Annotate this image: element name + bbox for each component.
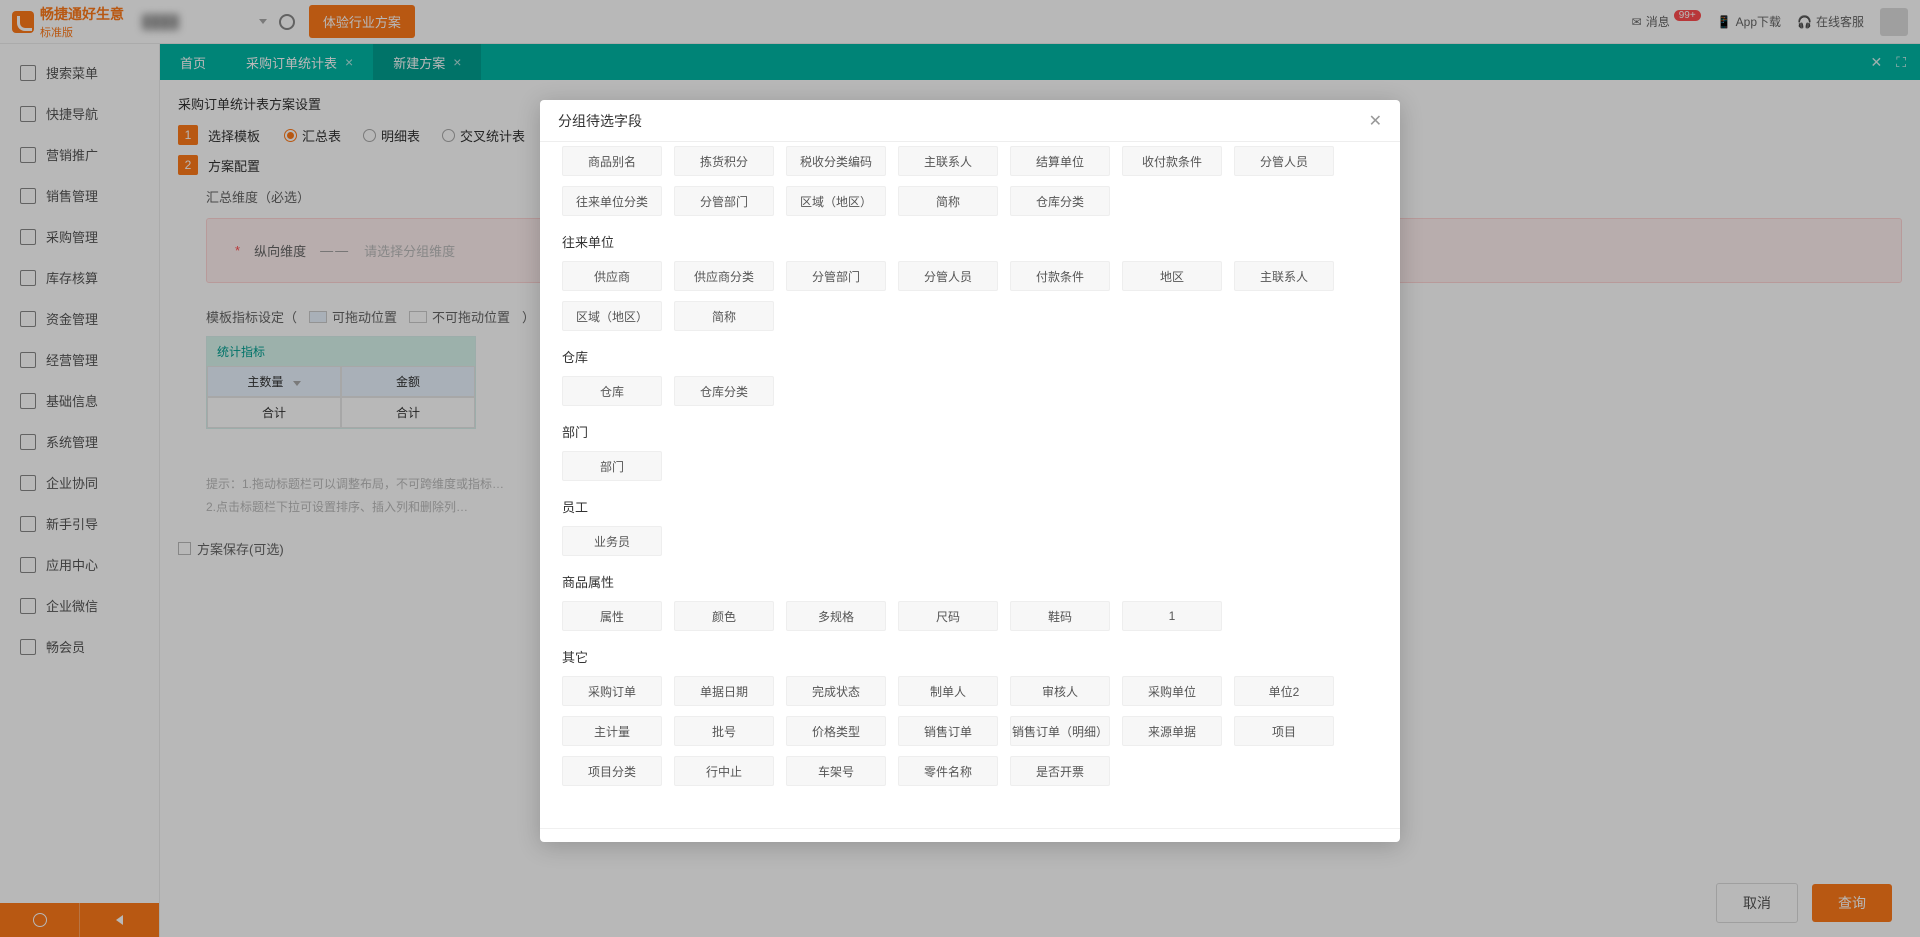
field-option[interactable]: 收付款条件: [1122, 146, 1222, 176]
field-option[interactable]: 采购订单: [562, 676, 662, 706]
field-option[interactable]: 供应商分类: [674, 261, 774, 291]
field-option[interactable]: 简称: [898, 186, 998, 216]
field-option[interactable]: 批号: [674, 716, 774, 746]
field-group-title: 员工: [562, 497, 1378, 516]
field-option[interactable]: 结算单位: [1010, 146, 1110, 176]
field-group-title: 商品属性: [562, 572, 1378, 591]
field-option[interactable]: 主联系人: [1234, 261, 1334, 291]
field-picker-modal: 分组待选字段 ✕ 商品别名拣货积分税收分类编码主联系人结算单位收付款条件分管人员…: [540, 100, 1400, 842]
field-option[interactable]: 1: [1122, 601, 1222, 631]
field-option[interactable]: 采购单位: [1122, 676, 1222, 706]
field-group-title: 部门: [562, 422, 1378, 441]
field-option[interactable]: 区域（地区）: [786, 186, 886, 216]
field-option[interactable]: 分管人员: [898, 261, 998, 291]
field-option[interactable]: 供应商: [562, 261, 662, 291]
field-option[interactable]: 付款条件: [1010, 261, 1110, 291]
field-option[interactable]: 属性: [562, 601, 662, 631]
field-option[interactable]: 部门: [562, 451, 662, 481]
field-option[interactable]: 地区: [1122, 261, 1222, 291]
field-option[interactable]: 分管人员: [1234, 146, 1334, 176]
close-icon[interactable]: ✕: [1369, 111, 1382, 131]
modal-title: 分组待选字段: [558, 111, 642, 131]
field-group-title: 往来单位: [562, 232, 1378, 251]
field-option[interactable]: 分管部门: [674, 186, 774, 216]
field-option[interactable]: 尺码: [898, 601, 998, 631]
field-option[interactable]: 来源单据: [1122, 716, 1222, 746]
field-option[interactable]: 行中止: [674, 756, 774, 786]
field-option[interactable]: 多规格: [786, 601, 886, 631]
field-option[interactable]: 项目: [1234, 716, 1334, 746]
field-option[interactable]: 仓库分类: [674, 376, 774, 406]
field-option[interactable]: 单位2: [1234, 676, 1334, 706]
field-option[interactable]: 拣货积分: [674, 146, 774, 176]
field-option[interactable]: 仓库: [562, 376, 662, 406]
field-option[interactable]: 审核人: [1010, 676, 1110, 706]
field-option[interactable]: 区域（地区）: [562, 301, 662, 331]
field-option[interactable]: 往来单位分类: [562, 186, 662, 216]
field-option[interactable]: 零件名称: [898, 756, 998, 786]
modal-body[interactable]: 商品别名拣货积分税收分类编码主联系人结算单位收付款条件分管人员往来单位分类分管部…: [540, 142, 1400, 828]
field-option[interactable]: 制单人: [898, 676, 998, 706]
field-option[interactable]: 销售订单: [898, 716, 998, 746]
field-group-title: 其它: [562, 647, 1378, 666]
field-option[interactable]: 税收分类编码: [786, 146, 886, 176]
modal-hscroll[interactable]: [540, 828, 1400, 842]
field-option[interactable]: 简称: [674, 301, 774, 331]
field-option[interactable]: 主联系人: [898, 146, 998, 176]
field-option[interactable]: 业务员: [562, 526, 662, 556]
field-option[interactable]: 车架号: [786, 756, 886, 786]
field-option[interactable]: 分管部门: [786, 261, 886, 291]
field-option[interactable]: 完成状态: [786, 676, 886, 706]
field-option[interactable]: 销售订单（明细）: [1010, 716, 1110, 746]
field-option[interactable]: 单据日期: [674, 676, 774, 706]
field-option[interactable]: 项目分类: [562, 756, 662, 786]
field-option[interactable]: 是否开票: [1010, 756, 1110, 786]
field-option[interactable]: 商品别名: [562, 146, 662, 176]
field-option[interactable]: 价格类型: [786, 716, 886, 746]
field-option[interactable]: 颜色: [674, 601, 774, 631]
modal-header: 分组待选字段 ✕: [540, 100, 1400, 142]
field-option[interactable]: 主计量: [562, 716, 662, 746]
field-option[interactable]: 鞋码: [1010, 601, 1110, 631]
field-option[interactable]: 仓库分类: [1010, 186, 1110, 216]
field-group-title: 仓库: [562, 347, 1378, 366]
